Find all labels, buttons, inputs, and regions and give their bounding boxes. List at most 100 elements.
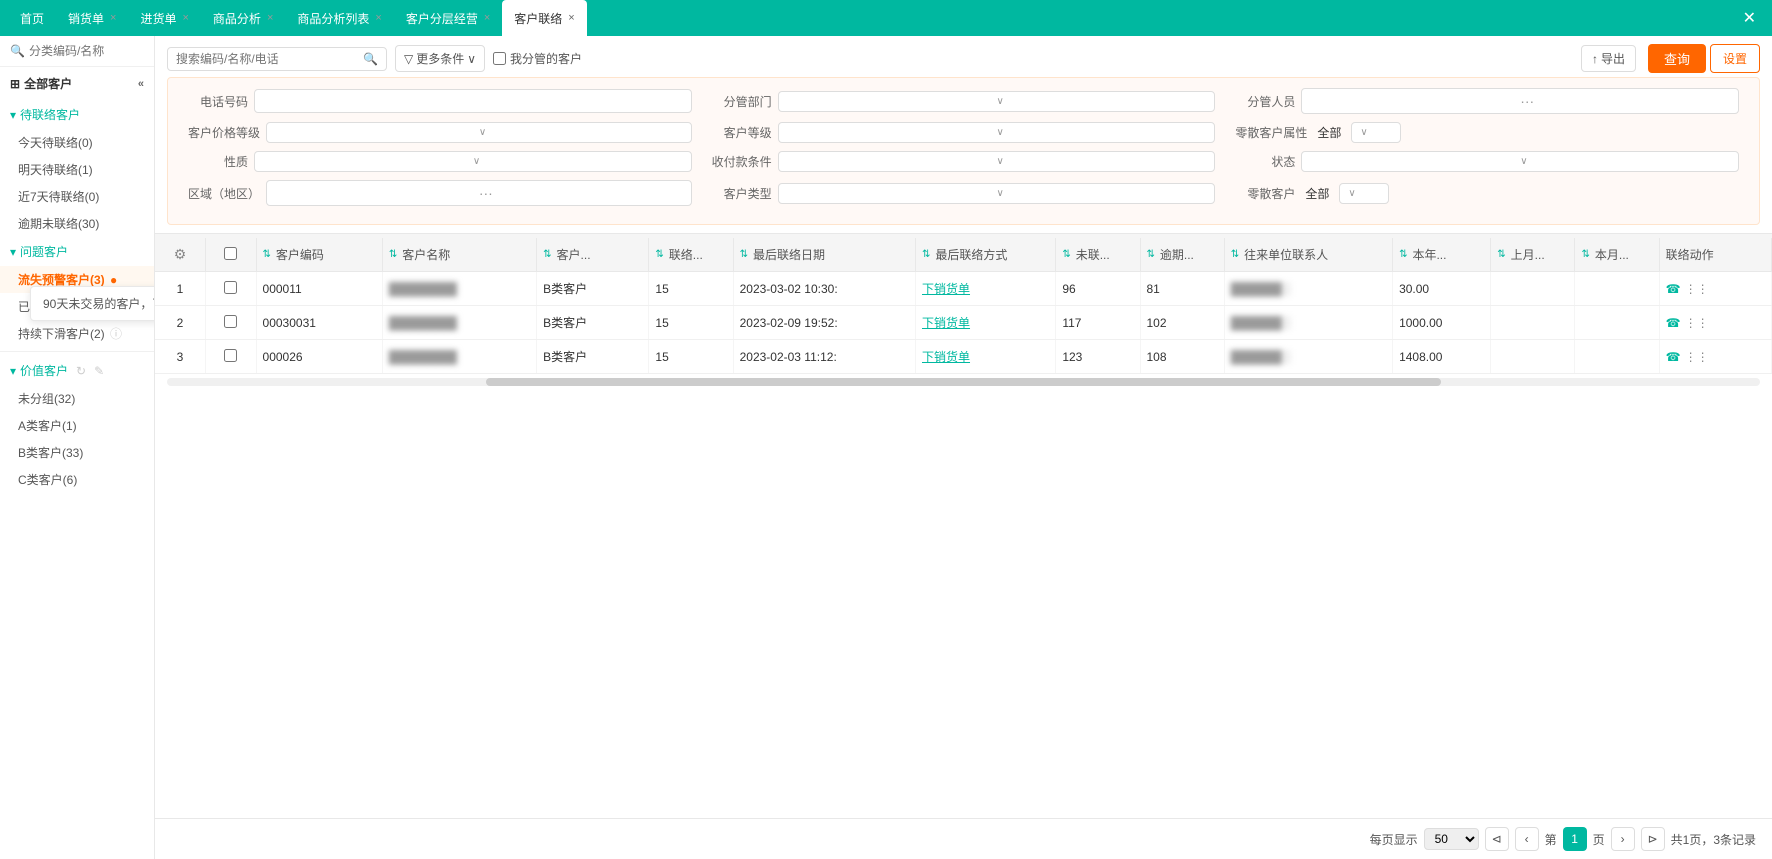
filter-select-retails[interactable]: ∨ [1351, 122, 1401, 143]
tab-sales[interactable]: 销货单 × [56, 0, 128, 36]
th-settings[interactable]: ⚙ [155, 238, 206, 272]
more-icon-person[interactable]: ··· [1516, 93, 1730, 109]
sidebar-search-box[interactable]: 🔍 [0, 36, 154, 67]
th-units[interactable]: ⇅ 往来单位联系人 [1224, 238, 1392, 272]
th-thismonth[interactable]: ⇅ 本月... [1575, 238, 1659, 272]
sidebar-all-customers[interactable]: ⊞ 全部客户 « [0, 67, 154, 100]
export-btn[interactable]: ↑ 导出 [1581, 45, 1636, 72]
tab-analysis-close[interactable]: × [267, 12, 273, 24]
refresh-icon[interactable]: ↻ [76, 364, 86, 378]
cell-check[interactable] [206, 272, 257, 306]
last-page-btn[interactable]: ⊳ [1641, 827, 1665, 851]
tab-purchase[interactable]: 进货单 × [128, 0, 200, 36]
sidebar-group-atrisk[interactable]: ▾ 问题客户 [0, 237, 154, 266]
tab-analysis[interactable]: 商品分析 × [201, 0, 285, 36]
th-type[interactable]: ⇅ 客户... [537, 238, 649, 272]
sidebar-item-downtrend[interactable]: 持续下滑客户(2) ⓘ [0, 320, 154, 347]
prev-page-btn[interactable]: ‹ [1515, 827, 1539, 851]
filter-select-customerlevel[interactable]: ∨ [778, 122, 1216, 143]
filter-select-region[interactable]: ··· [266, 180, 692, 206]
lastway-link[interactable]: 下销货单 [922, 316, 970, 330]
settings-btn[interactable]: 设置 [1710, 44, 1760, 73]
first-page-btn[interactable]: ⊲ [1485, 827, 1509, 851]
sidebar-item-ungrouped[interactable]: 未分组(32) [0, 385, 154, 412]
sidebar-item-overdue[interactable]: 逾期未联络(30) [0, 210, 154, 237]
filter-select-retail[interactable]: ∨ [1339, 183, 1389, 204]
cell-lastway[interactable]: 下销货单 [916, 272, 1056, 306]
tab-customer-tier[interactable]: 客户分层经营 × [394, 0, 502, 36]
sidebar-item-classB[interactable]: B类客户(33) [0, 439, 154, 466]
sidebar-item-tomorrow[interactable]: 明天待联络(1) [0, 156, 154, 183]
tab-purchase-close[interactable]: × [182, 12, 188, 24]
contact-action-icon[interactable]: ☎ [1666, 282, 1681, 296]
sidebar-group-valued[interactable]: ▾ 价值客户 ↻ ✎ [0, 356, 154, 385]
row-checkbox[interactable] [224, 349, 237, 362]
edit-icon[interactable]: ✎ [94, 364, 104, 378]
tab-customer-tier-close[interactable]: × [484, 12, 490, 24]
filter-search-input[interactable] [176, 52, 359, 66]
th-notcontact[interactable]: ⇅ 未联... [1056, 238, 1140, 272]
cell-check[interactable] [206, 340, 257, 374]
tab-customer-contact[interactable]: 客户联络 × [502, 0, 586, 36]
filter-cell-phone: 电话号码 [178, 89, 702, 113]
more-icon-region[interactable]: ··· [475, 185, 683, 201]
lastway-link[interactable]: 下销货单 [922, 282, 970, 296]
filter-select-status[interactable]: ∨ [1301, 151, 1739, 172]
filter-select-nature[interactable]: ∨ [254, 151, 692, 172]
more-conditions-btn[interactable]: ▽ 更多条件 ∨ [395, 45, 485, 72]
sidebar-item-7days[interactable]: 近7天待联络(0) [0, 183, 154, 210]
sidebar-item-today[interactable]: 今天待联络(0) [0, 129, 154, 156]
more-action-icon[interactable]: ⋮⋮ [1685, 282, 1709, 296]
next-page-btn[interactable]: › [1611, 827, 1635, 851]
contact-action-icon[interactable]: ☎ [1666, 350, 1681, 364]
filter-input-phone[interactable] [254, 89, 692, 113]
table-row: 200030031████████B类客户152023-02-09 19:52:… [155, 306, 1772, 340]
th-thisyear[interactable]: ⇅ 本年... [1393, 238, 1491, 272]
row-checkbox[interactable] [224, 315, 237, 328]
tab-sales-close[interactable]: × [110, 12, 116, 24]
filter-select-person[interactable]: ··· [1301, 88, 1739, 114]
horizontal-scrollbar[interactable] [155, 374, 1772, 390]
cell-lastway[interactable]: 下销货单 [916, 340, 1056, 374]
th-name[interactable]: ⇅ 客户名称 [382, 238, 536, 272]
cell-type: B类客户 [537, 340, 649, 374]
query-btn[interactable]: 查询 [1648, 44, 1706, 73]
th-code[interactable]: ⇅ 客户编码 [256, 238, 382, 272]
th-check[interactable] [206, 238, 257, 272]
my-customers-checkbox[interactable]: 我分管的客户 [493, 50, 582, 67]
sidebar-search-input[interactable] [29, 44, 155, 58]
filter-select-dept[interactable]: ∨ [778, 91, 1216, 112]
more-action-icon[interactable]: ⋮⋮ [1685, 316, 1709, 330]
filter-search-box[interactable]: 🔍 [167, 47, 387, 71]
th-overdue[interactable]: ⇅ 逾期... [1140, 238, 1224, 272]
cell-check[interactable] [206, 306, 257, 340]
more-action-icon[interactable]: ⋮⋮ [1685, 350, 1709, 364]
valued-group-label: 价值客户 [20, 362, 68, 379]
filter-select-pricelevel[interactable]: ∨ [266, 122, 692, 143]
filter-select-customertype[interactable]: ∨ [778, 183, 1216, 204]
sidebar-item-classA[interactable]: A类客户(1) [0, 412, 154, 439]
th-lastway[interactable]: ⇅ 最后联络方式 [916, 238, 1056, 272]
sidebar-item-classC[interactable]: C类客户(6) [0, 466, 154, 493]
row-checkbox[interactable] [224, 281, 237, 294]
tab-customer-contact-close[interactable]: × [568, 12, 574, 24]
sidebar-group-pending[interactable]: ▾ 待联络客户 [0, 100, 154, 129]
cell-lastway[interactable]: 下销货单 [916, 306, 1056, 340]
tab-home[interactable]: 首页 [8, 0, 56, 36]
tab-analysis-list[interactable]: 商品分析列表 × [285, 0, 393, 36]
contact-action-icon[interactable]: ☎ [1666, 316, 1681, 330]
app-close-icon[interactable]: ✕ [1735, 8, 1764, 28]
tab-analysis-list-close[interactable]: × [375, 12, 381, 24]
th-contact[interactable]: ⇅ 联络... [649, 238, 733, 272]
filter-select-payment[interactable]: ∨ [778, 151, 1216, 172]
select-all-check[interactable] [224, 247, 237, 260]
filter-search-icon[interactable]: 🔍 [363, 52, 378, 66]
filter-row-2: 客户价格等级 ∨ 客户等级 ∨ 零散客户属性 [178, 122, 1749, 143]
th-lastdate[interactable]: ⇅ 最后联络日期 [733, 238, 915, 272]
th-lastmonth[interactable]: ⇅ 上月... [1491, 238, 1575, 272]
per-page-select[interactable]: 50 100 200 [1424, 828, 1479, 850]
collapse-icon[interactable]: « [138, 78, 144, 90]
settings-icon[interactable]: ⚙ [174, 246, 187, 262]
my-customers-check[interactable] [493, 52, 506, 65]
lastway-link[interactable]: 下销货单 [922, 350, 970, 364]
